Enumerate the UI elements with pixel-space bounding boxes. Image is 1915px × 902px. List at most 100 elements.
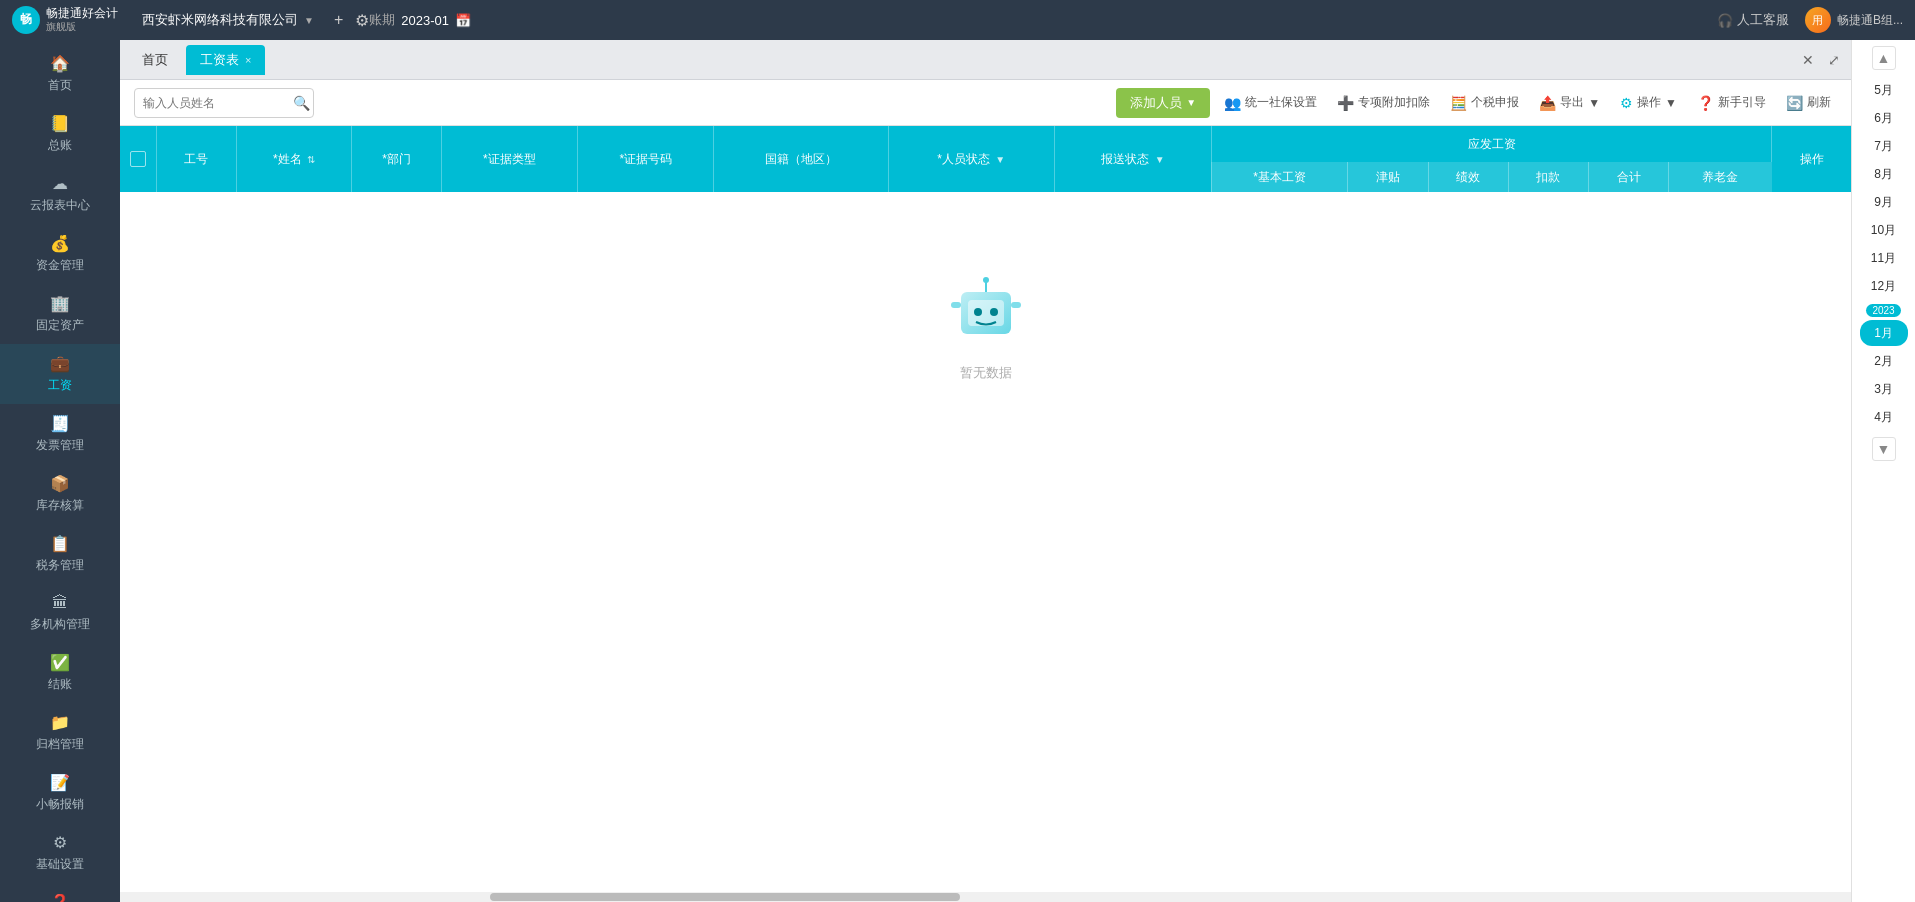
settings-icon[interactable]: ⚙ xyxy=(355,11,369,30)
th-actions: 操作 xyxy=(1772,126,1851,192)
sidebar-item-assets[interactable]: 🏢 固定资产 xyxy=(0,284,120,344)
sidebar-item-ledger[interactable]: 📒 总账 xyxy=(0,104,120,164)
search-icon: 🔍 xyxy=(293,95,310,111)
add-person-button[interactable]: 添加人员 ▼ xyxy=(1116,88,1210,118)
month-1[interactable]: 1月 xyxy=(1860,320,1908,346)
th-salary-group: 应发工资 xyxy=(1211,126,1771,162)
sidebar-label-tax: 税务管理 xyxy=(36,557,84,574)
ledger-icon: 📒 xyxy=(50,114,70,133)
avatar: 用 xyxy=(1805,7,1831,33)
calendar-icon[interactable]: 📅 xyxy=(455,13,471,28)
sidebar-item-settings[interactable]: ⚙ 基础设置 xyxy=(0,823,120,883)
sidebar-item-cloud[interactable]: ☁ 云报表中心 xyxy=(0,164,120,224)
th-dept: *部门 xyxy=(352,126,441,192)
search-input[interactable] xyxy=(143,96,293,110)
special-deduct-button[interactable]: ➕ 专项附加扣除 xyxy=(1331,94,1436,111)
sidebar-item-fund[interactable]: 💰 资金管理 xyxy=(0,224,120,284)
refresh-icon: 🔄 xyxy=(1786,95,1803,111)
export-arrow-icon: ▼ xyxy=(1588,96,1600,110)
month-3[interactable]: 3月 xyxy=(1860,376,1908,402)
month-panel-down[interactable]: ▼ xyxy=(1872,437,1896,461)
sidebar-item-archive[interactable]: 📁 归档管理 xyxy=(0,703,120,763)
period-value[interactable]: 2023-01 xyxy=(401,13,449,28)
settings-icon-side: ⚙ xyxy=(53,833,67,852)
month-4[interactable]: 4月 xyxy=(1860,404,1908,430)
social-settings-label: 统一社保设置 xyxy=(1245,94,1317,111)
tab-home[interactable]: 首页 xyxy=(128,45,182,75)
period-area: 账期 2023-01 📅 xyxy=(369,11,471,29)
select-all-checkbox[interactable] xyxy=(130,151,146,167)
sort-icon-name: ⇅ xyxy=(307,154,315,165)
operations-button[interactable]: ⚙ 操作 ▼ xyxy=(1614,94,1683,111)
home-tab-label: 首页 xyxy=(142,51,168,69)
sidebar-item-inventory[interactable]: 📦 库存核算 xyxy=(0,464,120,524)
sidebar-label-cloud: 云报表中心 xyxy=(30,197,90,214)
year-badge: 2023 xyxy=(1866,304,1900,317)
salary-table: 工号 *姓名 ⇅ *部门 *证据类型 *证据号码 国籍（地区） *人员状态 ▼ xyxy=(120,126,1851,462)
th-name[interactable]: *姓名 ⇅ xyxy=(236,126,352,192)
header-actions: + ⚙ xyxy=(334,11,369,30)
checkbox-header[interactable] xyxy=(120,126,156,192)
tax-return-icon: 🧮 xyxy=(1450,95,1467,111)
th-name-label: *姓名 xyxy=(273,152,302,166)
month-panel-up[interactable]: ▲ xyxy=(1872,46,1896,70)
tab-close-icon[interactable]: × xyxy=(245,54,251,66)
month-8[interactable]: 8月 xyxy=(1860,161,1908,187)
scroll-thumb[interactable] xyxy=(490,893,960,901)
refresh-button[interactable]: 🔄 刷新 xyxy=(1780,94,1837,111)
sidebar-item-invoice[interactable]: 🧾 发票管理 xyxy=(0,404,120,464)
empty-icon xyxy=(946,272,1026,352)
svg-point-2 xyxy=(974,308,982,316)
refresh-label: 刷新 xyxy=(1807,94,1831,111)
month-9[interactable]: 9月 xyxy=(1860,189,1908,215)
th-status[interactable]: *人员状态 ▼ xyxy=(888,126,1054,192)
sidebar-item-home[interactable]: 🏠 首页 xyxy=(0,44,120,104)
user-area[interactable]: 用 畅捷通B组... xyxy=(1805,7,1903,33)
month-7[interactable]: 7月 xyxy=(1860,133,1908,159)
month-2[interactable]: 2月 xyxy=(1860,348,1908,374)
tax-icon: 📋 xyxy=(50,534,70,553)
horizontal-scrollbar[interactable] xyxy=(120,892,1851,902)
sidebar-item-multi[interactable]: 🏛 多机构管理 xyxy=(0,584,120,643)
social-icon: 👥 xyxy=(1224,95,1241,111)
guide-toolbar-icon: ❓ xyxy=(1697,95,1714,111)
month-12[interactable]: 12月 xyxy=(1860,273,1908,299)
empty-text: 暂无数据 xyxy=(960,364,1012,382)
window-close-button[interactable]: ✕ xyxy=(1799,51,1817,69)
th-status-label: *人员状态 xyxy=(937,152,990,166)
month-10[interactable]: 10月 xyxy=(1860,217,1908,243)
svg-rect-7 xyxy=(1011,302,1021,308)
sidebar-label-fund: 资金管理 xyxy=(36,257,84,274)
assets-icon: 🏢 xyxy=(50,294,70,313)
tab-salary[interactable]: 工资表 × xyxy=(186,45,265,75)
sidebar-item-salary[interactable]: 💼 工资 xyxy=(0,344,120,404)
tab-bar: 首页 工资表 × ✕ ⤢ xyxy=(120,40,1851,80)
month-11[interactable]: 11月 xyxy=(1860,245,1908,271)
guide-button[interactable]: ❓ 新手引导 xyxy=(1691,94,1772,111)
month-picker-panel: ▲ 5月 6月 7月 8月 9月 10月 11月 12月 2023 1月 2月 … xyxy=(1851,40,1915,902)
export-button[interactable]: 📤 导出 ▼ xyxy=(1533,94,1606,111)
expense-icon: 📝 xyxy=(50,773,70,792)
service-button[interactable]: 🎧 人工客服 xyxy=(1717,11,1789,29)
invoice-icon: 🧾 xyxy=(50,414,70,433)
sidebar: 🏠 首页 📒 总账 ☁ 云报表中心 💰 资金管理 🏢 固定资产 💼 工资 🧾 发… xyxy=(0,40,120,902)
month-5[interactable]: 5月 xyxy=(1860,77,1908,103)
window-maximize-button[interactable]: ⤢ xyxy=(1825,51,1843,69)
sidebar-item-expense[interactable]: 📝 小畅报销 xyxy=(0,763,120,823)
th-total: 合计 xyxy=(1589,162,1669,192)
company-selector[interactable]: 西安虾米网络科技有限公司 ▼ xyxy=(142,11,314,29)
social-settings-button[interactable]: 👥 统一社保设置 xyxy=(1218,94,1323,111)
sidebar-item-guide[interactable]: ❓ 新手引导 xyxy=(0,883,120,902)
multi-icon: 🏛 xyxy=(52,594,68,612)
tax-return-button[interactable]: 🧮 个税申报 xyxy=(1444,94,1525,111)
right-actions: 🎧 人工客服 用 畅捷通B组... xyxy=(1717,7,1903,33)
export-label: 导出 xyxy=(1560,94,1584,111)
sidebar-label-salary: 工资 xyxy=(48,377,72,394)
th-report-status[interactable]: 报送状态 ▼ xyxy=(1054,126,1211,192)
add-button[interactable]: + xyxy=(334,11,343,29)
month-6[interactable]: 6月 xyxy=(1860,105,1908,131)
sidebar-item-tax[interactable]: 📋 税务管理 xyxy=(0,524,120,584)
chevron-down-icon: ▼ xyxy=(304,15,314,26)
sidebar-item-closing[interactable]: ✅ 结账 xyxy=(0,643,120,703)
salary-icon: 💼 xyxy=(50,354,70,373)
